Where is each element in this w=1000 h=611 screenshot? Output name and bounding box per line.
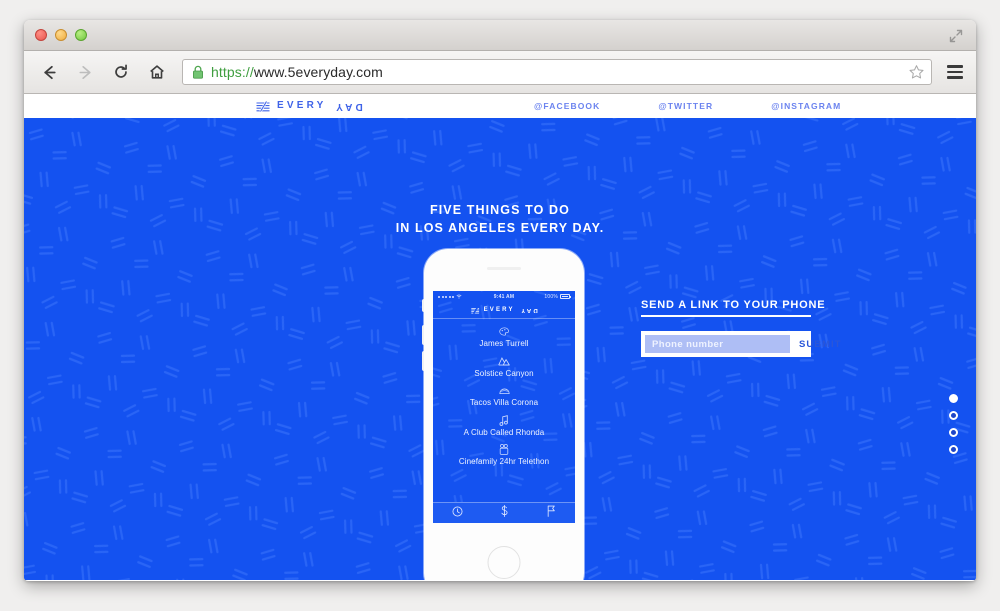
list-item[interactable]: Tacos Villa Corona (433, 384, 575, 407)
nav-link-twitter[interactable]: @TWITTER (658, 101, 713, 111)
striped-logo-mark (256, 100, 270, 112)
battery-icon (560, 294, 571, 299)
hero-section: FIVE THINGS TO DO IN LOS ANGELES EVERY D… (24, 118, 976, 580)
film-camera-icon (433, 443, 575, 456)
phone-mockup: 9:41 AM 100% EVERY DAY James Turrell Sol… (421, 249, 584, 580)
status-bar-time: 9:41 AM (493, 293, 515, 300)
brand-word-every: EVERY (277, 100, 327, 111)
minimize-window-button[interactable] (55, 29, 67, 41)
site-navigation-bar: EVERY DAY @FACEBOOK @TWITTER @INSTAGRAM (24, 94, 976, 118)
signup-title: SEND A LINK TO YOUR PHONE (641, 299, 825, 317)
phone-silent-switch (421, 299, 424, 312)
art-palette-icon (433, 325, 575, 338)
nav-link-facebook[interactable]: @FACEBOOK (534, 101, 600, 111)
pagination-dot-4[interactable] (949, 445, 958, 454)
app-list: James Turrell Solstice Canyon Tacos Vill… (433, 319, 575, 466)
list-item[interactable]: Solstice Canyon (433, 355, 575, 378)
site-logo[interactable]: EVERY DAY (256, 94, 362, 118)
headline-line-1: FIVE THINGS TO DO (429, 203, 570, 217)
phone-tab-bar (433, 502, 575, 523)
clock-icon[interactable] (452, 504, 463, 522)
pagination-dot-2[interactable] (949, 411, 958, 420)
home-button[interactable] (142, 57, 172, 87)
list-item[interactable]: A Club Called Rhonda (433, 414, 575, 437)
submit-button[interactable]: SUBMIT (790, 339, 850, 350)
dollar-icon[interactable] (500, 504, 509, 522)
phone-home-button[interactable] (487, 546, 521, 579)
padlock-icon (192, 65, 203, 79)
flag-icon[interactable] (546, 504, 556, 522)
list-item-label: James Turrell (479, 339, 529, 348)
page-viewport: EVERY DAY @FACEBOOK @TWITTER @INSTAGRAM (24, 94, 976, 580)
browser-window: https://www.5everyday.com EVERY DAY @FAC… (24, 20, 976, 581)
forward-button[interactable] (70, 57, 100, 87)
phone-number-input[interactable] (645, 335, 790, 353)
phone-screen: 9:41 AM 100% EVERY DAY James Turrell Sol… (433, 291, 575, 523)
phone-volume-up-button (421, 325, 424, 345)
phone-volume-down-button (421, 351, 424, 371)
app-header: EVERY DAY (433, 302, 575, 319)
list-item-label: Cinefamily 24hr Telethon (458, 457, 550, 466)
list-item-label: Solstice Canyon (474, 368, 534, 378)
app-brand-every: EVERY (483, 307, 515, 313)
nav-link-instagram[interactable]: @INSTAGRAM (771, 101, 841, 111)
back-button[interactable] (34, 57, 64, 87)
phone-status-bar: 9:41 AM 100% (433, 291, 575, 302)
brand-word-day: DAY (332, 101, 363, 112)
list-item[interactable]: Cinefamily 24hr Telethon (433, 443, 575, 466)
page-title: FIVE THINGS TO DO IN LOS ANGELES EVERY D… (24, 201, 976, 237)
mountains-icon (433, 355, 575, 368)
star-icon[interactable] (908, 64, 925, 81)
url-text: https://www.5everyday.com (211, 64, 383, 80)
list-item[interactable]: James Turrell (433, 325, 575, 348)
striped-logo-mark (470, 306, 479, 314)
pagination-dots (949, 394, 958, 454)
social-links: @FACEBOOK @TWITTER @INSTAGRAM (534, 94, 841, 118)
list-item-label: A Club Called Rhonda (463, 427, 545, 437)
reload-button[interactable] (106, 57, 136, 87)
signup-form: SEND A LINK TO YOUR PHONE SUBMIT (641, 299, 840, 357)
headline-line-2: IN LOS ANGELES EVERY DAY. (395, 221, 605, 236)
list-item-label: Tacos Villa Corona (469, 398, 539, 407)
taco-icon (433, 384, 575, 397)
maximize-window-button[interactable] (75, 29, 87, 41)
close-window-button[interactable] (35, 29, 47, 41)
pagination-dot-3[interactable] (949, 428, 958, 437)
phone-earpiece (487, 267, 521, 270)
music-note-icon (433, 414, 575, 427)
app-brand-day: DAY (518, 307, 538, 313)
window-controls (35, 29, 87, 41)
fullscreen-icon[interactable] (948, 28, 964, 44)
hamburger-menu-icon[interactable] (938, 51, 972, 94)
address-bar[interactable]: https://www.5everyday.com (182, 59, 932, 85)
pagination-dot-1[interactable] (949, 394, 958, 403)
browser-toolbar: https://www.5everyday.com (24, 51, 976, 94)
browser-title-bar (24, 20, 976, 51)
signup-input-row: SUBMIT (641, 331, 840, 357)
